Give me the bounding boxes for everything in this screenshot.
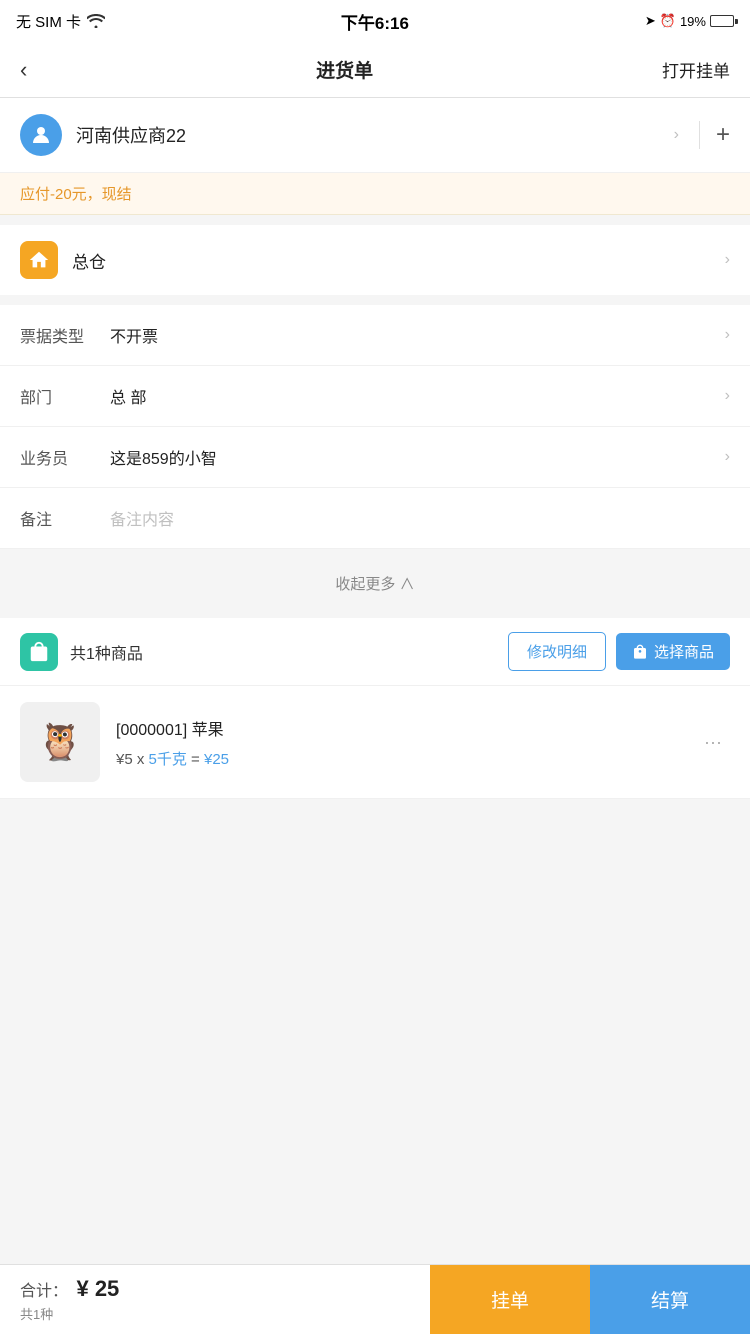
product-price: ¥5 x 5千克 = ¥25 bbox=[116, 748, 696, 769]
status-bar: 无 SIM 卡 下午6:16 ➤ ⏰ 19% bbox=[0, 0, 750, 42]
edit-detail-button[interactable]: 修改明细 bbox=[508, 632, 606, 671]
product-info: [0000001] 苹果 ¥5 x 5千克 = ¥25 bbox=[116, 716, 696, 769]
total-area: 合计： ¥ 25 共1种 bbox=[0, 1276, 430, 1323]
warehouse-row[interactable]: 总仓 › bbox=[0, 225, 750, 295]
note-label: 备注 bbox=[20, 506, 110, 530]
product-code: [0000001] bbox=[116, 722, 187, 739]
supplier-section: 河南供应商22 › + 应付-20元，现结 bbox=[0, 98, 750, 215]
select-product-label: 选择商品 bbox=[654, 641, 714, 662]
settle-button[interactable]: 结算 bbox=[590, 1265, 750, 1334]
sales-label: 业务员 bbox=[20, 445, 110, 469]
alarm-icon: ⏰ bbox=[660, 13, 676, 29]
total-count: 共1种 bbox=[20, 1304, 410, 1323]
supplier-chevron-icon: › bbox=[674, 126, 679, 144]
total-amount: ¥ 25 bbox=[76, 1276, 119, 1301]
select-product-button[interactable]: 选择商品 bbox=[616, 633, 730, 670]
department-chevron-icon: › bbox=[725, 387, 730, 405]
product-qty: 5千克 bbox=[149, 751, 187, 768]
supplier-name: 河南供应商22 bbox=[76, 122, 674, 148]
carrier-text: 无 SIM 卡 bbox=[16, 11, 81, 32]
warehouse-icon bbox=[20, 241, 58, 279]
wifi-icon bbox=[87, 14, 105, 28]
status-left: 无 SIM 卡 bbox=[16, 11, 105, 32]
pending-button[interactable]: 挂单 bbox=[430, 1265, 590, 1334]
department-label: 部门 bbox=[20, 384, 110, 408]
product-count-icon bbox=[20, 633, 58, 671]
product-item: 🦉 [0000001] 苹果 ¥5 x 5千克 = ¥25 ··· bbox=[0, 686, 750, 799]
supplier-avatar bbox=[20, 114, 62, 156]
product-total: ¥25 bbox=[204, 751, 229, 768]
ticket-type-value: 不开票 bbox=[110, 323, 725, 347]
open-pending-button[interactable]: 打开挂单 bbox=[662, 57, 730, 82]
product-menu-button[interactable]: ··· bbox=[696, 728, 730, 757]
back-button[interactable]: ‹ bbox=[20, 57, 27, 83]
warehouse-name: 总仓 bbox=[72, 248, 725, 273]
ticket-type-chevron-icon: › bbox=[725, 326, 730, 344]
total-label: 合计： bbox=[20, 1283, 68, 1300]
sales-row[interactable]: 业务员 这是859的小智 › bbox=[0, 427, 750, 488]
battery-percent: 19% bbox=[680, 14, 706, 29]
product-title: 苹果 bbox=[192, 722, 224, 739]
note-value: 备注内容 bbox=[110, 506, 730, 530]
fields-section: 票据类型 不开票 › 部门 总 部 › 业务员 这是859的小智 › 备注 备注… bbox=[0, 305, 750, 549]
department-row[interactable]: 部门 总 部 › bbox=[0, 366, 750, 427]
ticket-type-row[interactable]: 票据类型 不开票 › bbox=[0, 305, 750, 366]
product-thumbnail: 🦉 bbox=[20, 702, 100, 782]
warehouse-chevron-icon: › bbox=[725, 251, 730, 269]
sales-value: 这是859的小智 bbox=[110, 445, 725, 469]
product-name: [0000001] 苹果 bbox=[116, 716, 696, 740]
status-right: ➤ ⏰ 19% bbox=[645, 13, 734, 29]
unit-price: ¥5 bbox=[116, 751, 133, 768]
collapse-button[interactable]: 收起更多 ∧ bbox=[0, 559, 750, 608]
bottom-bar: 合计： ¥ 25 共1种 挂单 结算 bbox=[0, 1264, 750, 1334]
collapse-label: 收起更多 ∧ bbox=[335, 573, 414, 594]
sales-chevron-icon: › bbox=[725, 448, 730, 466]
department-value: 总 部 bbox=[110, 384, 725, 408]
product-header: 共1种商品 修改明细 选择商品 bbox=[0, 618, 750, 686]
battery-icon bbox=[710, 15, 734, 27]
page-title: 进货单 bbox=[316, 56, 373, 83]
add-supplier-button[interactable]: + bbox=[699, 121, 730, 149]
product-placeholder-icon: 🦉 bbox=[38, 721, 83, 763]
ticket-type-label: 票据类型 bbox=[20, 323, 110, 347]
note-row[interactable]: 备注 备注内容 bbox=[0, 488, 750, 549]
warehouse-section: 总仓 › bbox=[0, 225, 750, 295]
status-time: 下午6:16 bbox=[341, 9, 409, 34]
product-section: 共1种商品 修改明细 选择商品 🦉 [0000001] 苹果 ¥5 bbox=[0, 618, 750, 799]
location-icon: ➤ bbox=[645, 13, 656, 29]
product-count-text: 共1种商品 bbox=[70, 640, 508, 664]
supplier-row[interactable]: 河南供应商22 › + bbox=[0, 98, 750, 173]
nav-bar: ‹ 进货单 打开挂单 bbox=[0, 42, 750, 98]
supplier-notice: 应付-20元，现结 bbox=[0, 173, 750, 215]
